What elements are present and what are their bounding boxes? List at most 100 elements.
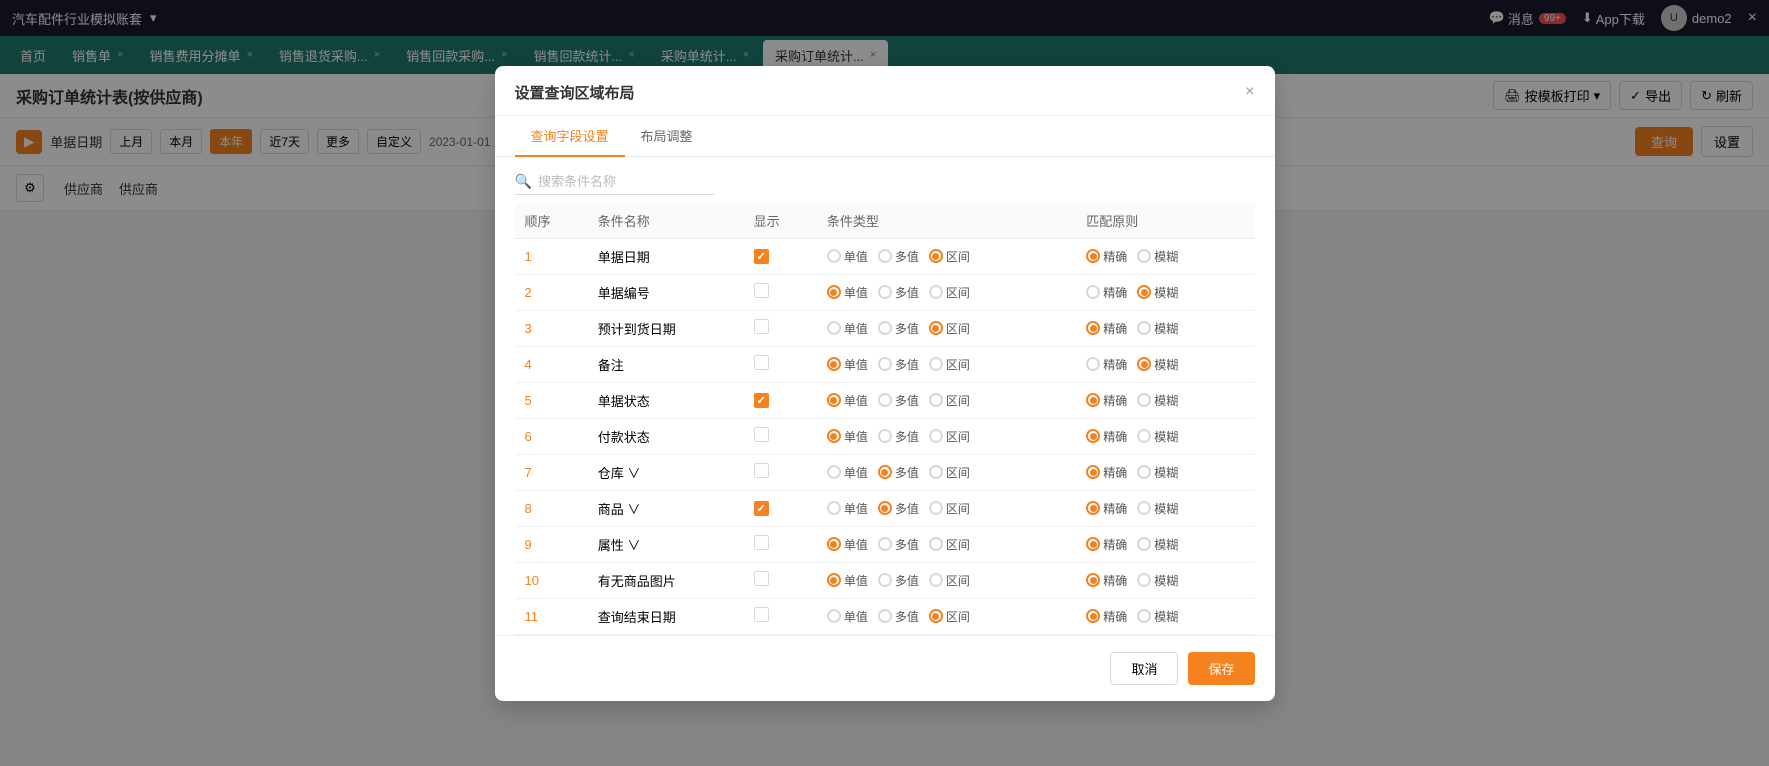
radio-item-type-单值[interactable]: 单值 (827, 608, 868, 625)
row-match-radio[interactable]: 精确模糊 (1076, 418, 1254, 454)
radio-item-type-区间[interactable]: 区间 (929, 464, 970, 481)
checkbox[interactable] (754, 463, 769, 478)
row-type-radio[interactable]: 单值多值区间 (817, 382, 1076, 418)
radio-item-type-单值[interactable]: 单值 (827, 392, 868, 409)
row-display-checkbox[interactable] (744, 310, 817, 346)
row-match-radio[interactable]: 精确模糊 (1076, 562, 1254, 598)
radio-item-type-区间[interactable]: 区间 (929, 392, 970, 409)
radio-item-type-多值[interactable]: 多值 (878, 248, 919, 265)
radio-item-match-模糊[interactable]: 模糊 (1137, 608, 1178, 625)
row-match-radio[interactable]: 精确模糊 (1076, 382, 1254, 418)
radio-item-match-模糊[interactable]: 模糊 (1137, 284, 1178, 301)
radio-item-match-模糊[interactable]: 模糊 (1137, 500, 1178, 517)
radio-item-match-精确[interactable]: 精确 (1086, 320, 1127, 337)
row-display-checkbox[interactable] (744, 490, 817, 526)
modal-tab-query-fields[interactable]: 查询字段设置 (515, 116, 625, 157)
radio-item-type-单值[interactable]: 单值 (827, 248, 868, 265)
radio-item-match-精确[interactable]: 精确 (1086, 284, 1127, 301)
row-display-checkbox[interactable] (744, 562, 817, 598)
radio-item-match-模糊[interactable]: 模糊 (1137, 572, 1178, 589)
checkbox[interactable] (754, 607, 769, 622)
row-display-checkbox[interactable] (744, 274, 817, 310)
row-display-checkbox[interactable] (744, 454, 817, 490)
radio-item-type-区间[interactable]: 区间 (929, 248, 970, 265)
radio-item-type-区间[interactable]: 区间 (929, 608, 970, 625)
radio-item-type-单值[interactable]: 单值 (827, 320, 868, 337)
radio-item-type-单值[interactable]: 单值 (827, 284, 868, 301)
radio-item-type-多值[interactable]: 多值 (878, 608, 919, 625)
row-display-checkbox[interactable] (744, 382, 817, 418)
radio-item-type-多值[interactable]: 多值 (878, 356, 919, 373)
row-type-radio[interactable]: 单值多值区间 (817, 418, 1076, 454)
radio-item-type-多值[interactable]: 多值 (878, 284, 919, 301)
radio-item-match-精确[interactable]: 精确 (1086, 536, 1127, 553)
radio-item-match-精确[interactable]: 精确 (1086, 608, 1127, 625)
radio-item-match-模糊[interactable]: 模糊 (1137, 392, 1178, 409)
row-match-radio[interactable]: 精确模糊 (1076, 346, 1254, 382)
radio-item-type-单值[interactable]: 单值 (827, 356, 868, 373)
radio-item-type-单值[interactable]: 单值 (827, 428, 868, 445)
radio-item-match-模糊[interactable]: 模糊 (1137, 320, 1178, 337)
radio-item-type-多值[interactable]: 多值 (878, 392, 919, 409)
row-match-radio[interactable]: 精确模糊 (1076, 490, 1254, 526)
radio-item-type-区间[interactable]: 区间 (929, 284, 970, 301)
radio-item-type-单值[interactable]: 单值 (827, 536, 868, 553)
row-type-radio[interactable]: 单值多值区间 (817, 346, 1076, 382)
radio-item-type-区间[interactable]: 区间 (929, 572, 970, 589)
checkbox[interactable] (754, 571, 769, 586)
checkbox[interactable] (754, 319, 769, 334)
row-type-radio[interactable]: 单值多值区间 (817, 454, 1076, 490)
row-type-radio[interactable]: 单值多值区间 (817, 310, 1076, 346)
row-display-checkbox[interactable] (744, 526, 817, 562)
row-type-radio[interactable]: 单值多值区间 (817, 274, 1076, 310)
checkbox[interactable] (754, 249, 769, 264)
radio-item-match-精确[interactable]: 精确 (1086, 572, 1127, 589)
search-input[interactable] (538, 174, 698, 189)
row-type-radio[interactable]: 单值多值区间 (817, 490, 1076, 526)
radio-item-match-模糊[interactable]: 模糊 (1137, 536, 1178, 553)
checkbox[interactable] (754, 393, 769, 408)
radio-item-match-精确[interactable]: 精确 (1086, 392, 1127, 409)
checkbox[interactable] (754, 283, 769, 298)
row-type-radio[interactable]: 单值多值区间 (817, 238, 1076, 274)
row-type-radio[interactable]: 单值多值区间 (817, 526, 1076, 562)
row-display-checkbox[interactable] (744, 238, 817, 274)
radio-item-type-区间[interactable]: 区间 (929, 428, 970, 445)
radio-item-type-多值[interactable]: 多值 (878, 464, 919, 481)
checkbox[interactable] (754, 501, 769, 516)
radio-item-type-单值[interactable]: 单值 (827, 500, 868, 517)
radio-item-match-精确[interactable]: 精确 (1086, 500, 1127, 517)
row-display-checkbox[interactable] (744, 346, 817, 382)
radio-item-type-单值[interactable]: 单值 (827, 464, 868, 481)
radio-item-type-区间[interactable]: 区间 (929, 500, 970, 517)
row-type-radio[interactable]: 单值多值区间 (817, 562, 1076, 598)
radio-item-type-多值[interactable]: 多值 (878, 428, 919, 445)
cancel-button[interactable]: 取消 (1110, 652, 1178, 685)
radio-item-match-模糊[interactable]: 模糊 (1137, 464, 1178, 481)
radio-item-type-单值[interactable]: 单值 (827, 572, 868, 589)
row-type-radio[interactable]: 单值多值区间 (817, 598, 1076, 634)
radio-item-match-精确[interactable]: 精确 (1086, 464, 1127, 481)
radio-item-type-区间[interactable]: 区间 (929, 536, 970, 553)
row-match-radio[interactable]: 精确模糊 (1076, 454, 1254, 490)
radio-item-match-精确[interactable]: 精确 (1086, 248, 1127, 265)
checkbox[interactable] (754, 427, 769, 442)
radio-item-match-精确[interactable]: 精确 (1086, 356, 1127, 373)
radio-item-match-精确[interactable]: 精确 (1086, 428, 1127, 445)
checkbox[interactable] (754, 535, 769, 550)
row-match-radio[interactable]: 精确模糊 (1076, 274, 1254, 310)
radio-item-type-多值[interactable]: 多值 (878, 320, 919, 337)
radio-item-match-模糊[interactable]: 模糊 (1137, 248, 1178, 265)
radio-item-match-模糊[interactable]: 模糊 (1137, 356, 1178, 373)
radio-item-type-多值[interactable]: 多值 (878, 572, 919, 589)
save-button[interactable]: 保存 (1188, 652, 1254, 685)
row-match-radio[interactable]: 精确模糊 (1076, 598, 1254, 634)
row-display-checkbox[interactable] (744, 418, 817, 454)
radio-item-type-多值[interactable]: 多值 (878, 536, 919, 553)
radio-item-match-模糊[interactable]: 模糊 (1137, 428, 1178, 445)
row-match-radio[interactable]: 精确模糊 (1076, 526, 1254, 562)
radio-item-type-多值[interactable]: 多值 (878, 500, 919, 517)
radio-item-type-区间[interactable]: 区间 (929, 320, 970, 337)
modal-tab-layout[interactable]: 布局调整 (625, 116, 709, 157)
row-match-radio[interactable]: 精确模糊 (1076, 310, 1254, 346)
